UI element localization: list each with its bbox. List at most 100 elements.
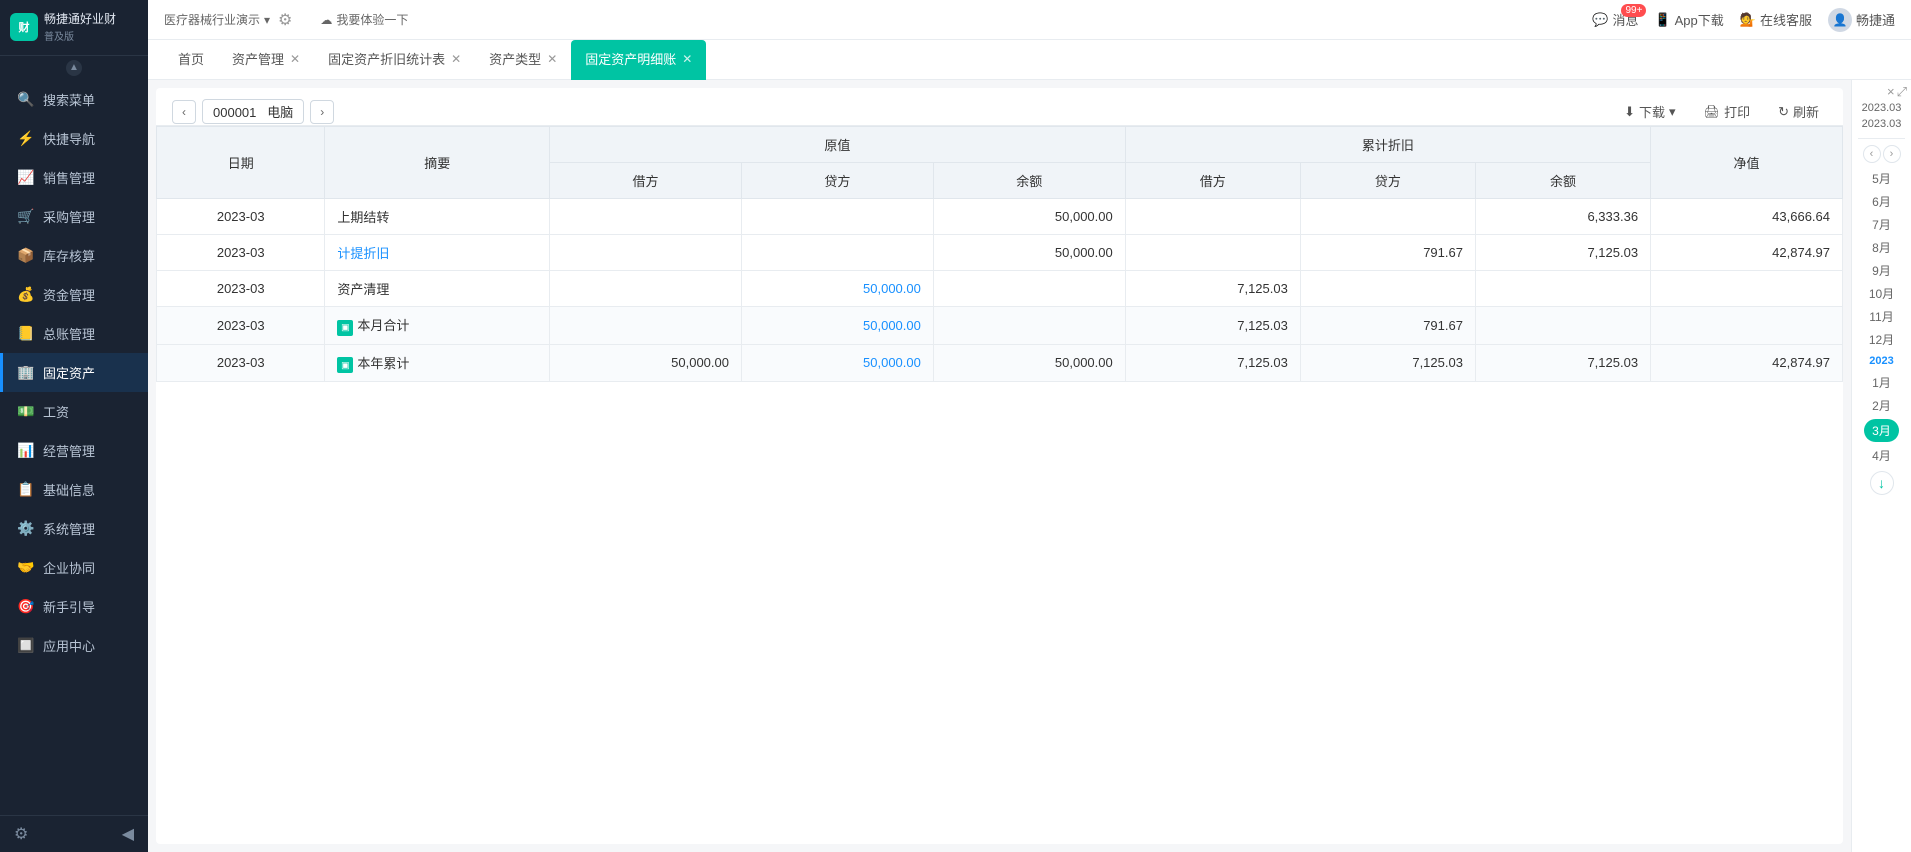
tab-close-asset-type[interactable]: ✕ [547,52,557,66]
tab-close-depreciation-stats[interactable]: ✕ [451,52,461,66]
print-btn[interactable]: 🖨 打印 [1696,98,1759,125]
timeline-month[interactable]: 5月 [1869,167,1894,190]
sidebar-item-sales[interactable]: 📈 销售管理 [0,158,148,197]
timeline-down-btn[interactable]: ↓ [1870,471,1894,495]
timeline-expand-btn[interactable]: ⤢ [1897,84,1907,100]
sidebar-item-label-sales: 销售管理 [43,168,95,187]
download-btn[interactable]: ⬇ 下载 ▾ [1616,98,1683,125]
tab-home[interactable]: 首页 [164,40,218,80]
logo-title: 畅捷通好业财 [44,12,116,28]
scroll-up-btn[interactable]: ▲ [66,60,82,76]
timeline-month[interactable]: 9月 [1869,259,1894,282]
experience-label: 我要体验一下 [336,11,408,28]
sidebar-item-collab[interactable]: 🤝 企业协同 [0,548,148,587]
timeline-month[interactable]: 11月 [1869,305,1894,328]
cell-orig-credit: 50,000.00 [741,307,933,345]
sidebar-item-purchase[interactable]: 🛒 采购管理 [0,197,148,236]
tab-close-asset-manage[interactable]: ✕ [290,52,300,66]
topbar-left: 医疗器械行业演示 ▾ ⚙ ☁ 我要体验一下 [164,10,408,30]
sidebar-item-inventory[interactable]: 📦 库存核算 [0,236,148,275]
timeline-close-btn[interactable]: × [1887,84,1895,100]
sidebar-item-label-basicinfo: 基础信息 [43,480,95,499]
cell-accum-credit: 791.67 [1300,307,1475,345]
timeline-month-2023[interactable]: 4月 [1864,444,1899,467]
tab-asset-type[interactable]: 资产类型 ✕ [475,40,571,80]
app-icon: 📱 [1654,12,1670,28]
tab-asset-manage[interactable]: 资产管理✕ [218,40,314,80]
tab-label-asset-type: 资产类型 [489,49,541,68]
table-row: 2023-03 资产清理 50,000.00 7,125.03 [157,271,1843,307]
tab-close-asset-detail[interactable]: ✕ [682,52,692,66]
cell-orig-credit [741,199,933,235]
collapse-icon[interactable]: ◀ [122,824,134,844]
sidebar-item-guide[interactable]: 🎯 新手引导 [0,587,148,626]
sidebar-item-operations[interactable]: 📊 经营管理 [0,431,148,470]
sidebar-item-ledger[interactable]: 📒 总账管理 [0,314,148,353]
row-icon: ▣ [337,357,353,373]
sidebar-item-label-operations: 经营管理 [43,441,95,460]
message-btn[interactable]: 💬 消息 99+ [1592,10,1638,29]
main-area: 医疗器械行业演示 ▾ ⚙ ☁ 我要体验一下 💬 消息 99+ 📱 App下载 💁… [148,0,1911,852]
purchase-icon: 🛒 [17,207,35,225]
username-label: 畅捷通 [1856,10,1895,29]
tab-depreciation-stats[interactable]: 固定资产折旧统计表✕ [314,40,475,80]
sidebar-item-label-sysmanage: 系统管理 [43,519,95,538]
cell-orig-credit: 50,000.00 [741,344,933,382]
timeline-year-header: 2023.03 [1862,100,1902,116]
sidebar-item-sysmanage[interactable]: ⚙️ 系统管理 [0,509,148,548]
timeline-prev-btn[interactable]: ‹ [1863,145,1881,163]
topbar: 医疗器械行业演示 ▾ ⚙ ☁ 我要体验一下 💬 消息 99+ 📱 App下载 💁… [148,0,1911,40]
search-icon: 🔍 [17,90,35,108]
refresh-icon: ↻ [1778,104,1789,120]
service-icon: 💁 [1740,12,1756,28]
user-area[interactable]: 👤 畅捷通 [1828,8,1895,32]
operations-icon: 📊 [17,441,35,459]
cell-accum-balance: 7,125.03 [1475,235,1650,271]
timeline-month-2023[interactable]: 1月 [1864,371,1899,394]
sidebar-item-fixedasset[interactable]: 🏢 固定资产 [0,353,148,392]
settings-icon[interactable]: ⚙ [14,824,28,844]
collab-icon: 🤝 [17,558,35,576]
timeline-month[interactable]: 8月 [1869,236,1894,259]
topbar-settings-icon[interactable]: ⚙ [278,10,292,30]
sidebar-item-label-purchase: 采购管理 [43,207,95,226]
cell-date: 2023-03 [157,199,325,235]
cell-net-value [1651,307,1843,345]
sidebar-item-capital[interactable]: 💰 资金管理 [0,275,148,314]
experience-btn[interactable]: ☁ 我要体验一下 [320,11,408,28]
cell-summary: 计提折旧 [325,235,550,271]
sidebar-item-label-ledger: 总账管理 [43,324,95,343]
timeline-month[interactable]: 12月 [1869,328,1894,351]
cell-accum-debit [1125,199,1300,235]
timeline-month[interactable]: 10月 [1869,282,1894,305]
cell-accum-debit [1125,235,1300,271]
cell-accum-credit: 7,125.03 [1300,344,1475,382]
tabbar: 首页资产管理✕固定资产折旧统计表✕资产类型✕固定资产明细账✕ [148,40,1911,80]
timeline-next-btn[interactable]: › [1883,145,1901,163]
tab-asset-detail[interactable]: 固定资产明细账✕ [571,40,706,80]
next-asset-btn[interactable]: › [310,100,334,124]
sidebar-item-appcenter[interactable]: 🔲 应用中心 [0,626,148,665]
timeline-divider1 [1858,138,1905,139]
sidebar-item-label-fixedasset: 固定资产 [43,363,95,382]
customer-service-btn[interactable]: 💁 在线客服 [1740,10,1812,29]
sidebar-item-salary[interactable]: 💵 工资 [0,392,148,431]
asset-navigator: ‹ 000001 电脑 › [172,99,334,124]
app-download-btn[interactable]: 📱 App下载 [1654,10,1723,29]
asset-code: 000001 [213,105,256,120]
sidebar: 财 畅捷通好业财 普及版 ▲ 🔍 搜索菜单 ⚡ 快捷导航 📈 销售管理 🛒 采购… [0,0,148,852]
timeline-month-2023[interactable]: 2月 [1864,394,1899,417]
timeline-month-2023[interactable]: 3月 [1864,419,1899,442]
cell-orig-balance: 50,000.00 [933,199,1125,235]
prev-asset-btn[interactable]: ‹ [172,100,196,124]
sidebar-item-label-collab: 企业协同 [43,558,95,577]
sidebar-item-search[interactable]: 🔍 搜索菜单 [0,80,148,119]
sidebar-item-basicinfo[interactable]: 📋 基础信息 [0,470,148,509]
download-dropdown-icon: ▾ [1669,104,1676,120]
asset-detail-table: 日期 摘要 原值 累计折旧 净值 借方 贷方 余额 借方 贷方 余额 [156,126,1843,382]
sidebar-item-quicknav[interactable]: ⚡ 快捷导航 [0,119,148,158]
company-selector[interactable]: 医疗器械行业演示 ▾ [164,11,270,28]
timeline-month[interactable]: 6月 [1869,190,1894,213]
timeline-month[interactable]: 7月 [1869,213,1894,236]
refresh-btn[interactable]: ↻ 刷新 [1770,98,1827,125]
